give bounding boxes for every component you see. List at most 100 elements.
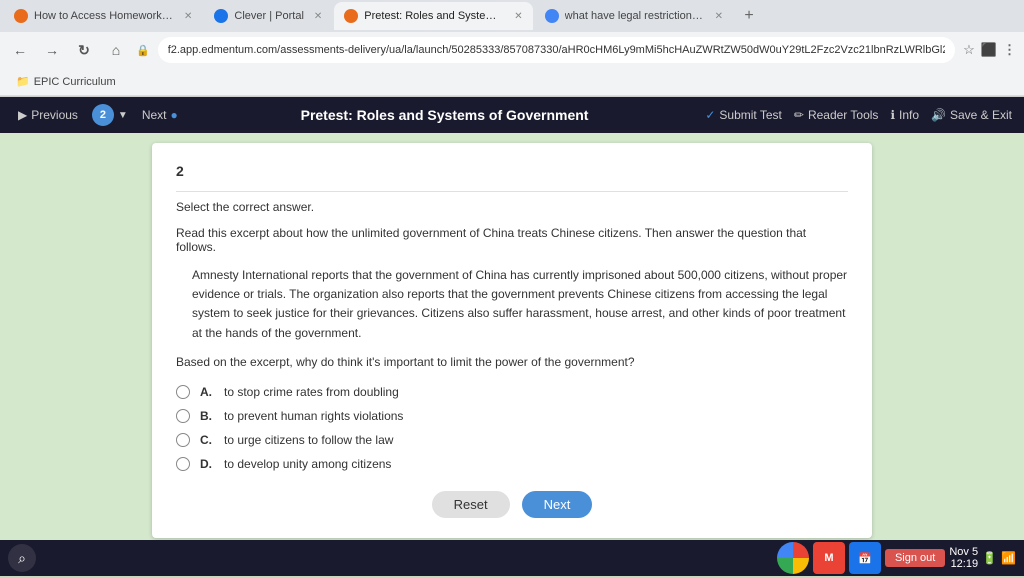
option-c-text: to urge citizens to follow the law	[224, 433, 393, 447]
tab-close-3[interactable]: ✕	[514, 11, 522, 22]
next-button[interactable]: Next	[522, 491, 593, 518]
bookmark-star[interactable]: ☆	[963, 42, 975, 58]
question-number: 2	[176, 163, 848, 179]
calendar-label: 📅	[858, 552, 872, 565]
browser-chrome: How to Access Homework Help ✕ Clever | P…	[0, 0, 1024, 97]
address-input[interactable]	[158, 37, 955, 63]
question-text: Based on the excerpt, why do think it's …	[176, 355, 848, 369]
question-nav: 2 ▼	[92, 104, 128, 126]
option-a-text: to stop crime rates from doubling	[224, 385, 399, 399]
answer-options: A. to stop crime rates from doubling B. …	[176, 385, 848, 471]
folder-icon: 📁	[16, 75, 30, 88]
passage-intro: Read this excerpt about how the unlimite…	[176, 226, 848, 254]
option-d[interactable]: D. to develop unity among citizens	[176, 457, 848, 471]
option-c[interactable]: C. to urge citizens to follow the law	[176, 433, 848, 447]
taskbar-gmail[interactable]: M	[813, 542, 845, 574]
reload-button[interactable]: ↻	[72, 38, 96, 62]
check-icon: ✓	[705, 108, 715, 122]
toolbar-extras: ☆ ⬛ ⋮	[963, 42, 1016, 58]
tab-bar: How to Access Homework Help ✕ Clever | P…	[0, 0, 1024, 32]
option-d-letter: D.	[200, 457, 214, 471]
toolbar-right: ✓ Submit Test ✏ Reader Tools ℹ Info 🔊 Sa…	[705, 108, 1012, 122]
tab-icon-1	[14, 9, 28, 23]
bookmark-label: EPIC Curriculum	[34, 76, 116, 88]
tab-close-2[interactable]: ✕	[314, 11, 322, 22]
bookmarks-bar: 📁 EPIC Curriculum	[0, 68, 1024, 96]
tab-close-4[interactable]: ✕	[715, 11, 723, 22]
prev-label: Previous	[31, 108, 78, 122]
tab-label-2: Clever | Portal	[234, 10, 304, 22]
tab-label-3: Pretest: Roles and Systems of G...	[364, 10, 504, 22]
tab-icon-4	[545, 9, 559, 23]
submit-test-button[interactable]: ✓ Submit Test	[705, 108, 782, 122]
home-button[interactable]: ⌂	[104, 38, 128, 62]
taskbar-time-display: 12:19	[949, 558, 978, 570]
submit-label: Submit Test	[719, 108, 781, 122]
tab-homework-help[interactable]: How to Access Homework Help ✕	[4, 2, 202, 30]
address-bar: ← → ↻ ⌂ 🔒 ☆ ⬛ ⋮	[0, 32, 1024, 68]
extensions-icon[interactable]: ⬛	[981, 42, 997, 58]
tab-label-1: How to Access Homework Help	[34, 10, 174, 22]
gmail-label: M	[824, 552, 833, 564]
assessment-title: Pretest: Roles and Systems of Government	[192, 107, 698, 123]
tab-legal[interactable]: what have legal restrictions imp... ✕	[535, 2, 733, 30]
menu-dots[interactable]: ⋮	[1003, 42, 1016, 58]
volume-icon: 🔊	[931, 108, 946, 122]
tab-icon-3	[344, 9, 358, 23]
radio-c[interactable]	[176, 433, 190, 447]
question-dropdown-arrow[interactable]: ▼	[118, 110, 128, 121]
next-label-toolbar: Next	[142, 108, 167, 122]
taskbar: ⌕ M 📅 Sign out Nov 5 12:19 🔋 📶	[0, 540, 1024, 576]
taskbar-chrome[interactable]	[777, 542, 809, 574]
option-b[interactable]: B. to prevent human rights violations	[176, 409, 848, 423]
radio-b[interactable]	[176, 409, 190, 423]
info-button[interactable]: ℹ Info	[890, 108, 919, 122]
option-c-letter: C.	[200, 433, 214, 447]
taskbar-time-date: Nov 5 12:19	[949, 546, 978, 570]
option-a[interactable]: A. to stop crime rates from doubling	[176, 385, 848, 399]
lock-icon: 🔒	[136, 44, 150, 57]
taskbar-calendar[interactable]: 📅	[849, 542, 881, 574]
question-area: 2 Select the correct answer. Read this e…	[0, 133, 1024, 548]
option-b-letter: B.	[200, 409, 214, 423]
next-toolbar-button[interactable]: Next ●	[136, 106, 184, 124]
next-icon: ●	[171, 108, 178, 122]
option-d-text: to develop unity among citizens	[224, 457, 391, 471]
passage-text: Amnesty International reports that the g…	[176, 266, 848, 343]
new-tab-button[interactable]: +	[735, 2, 763, 30]
radio-a[interactable]	[176, 385, 190, 399]
reader-icon: ✏	[794, 108, 804, 122]
previous-button[interactable]: ▶ Previous	[12, 106, 84, 124]
option-b-text: to prevent human rights violations	[224, 409, 403, 423]
info-icon: ℹ	[890, 108, 895, 122]
question-number-badge: 2	[92, 104, 114, 126]
reset-button[interactable]: Reset	[432, 491, 510, 518]
tab-label-4: what have legal restrictions imp...	[565, 10, 705, 22]
tab-clever[interactable]: Clever | Portal ✕	[204, 2, 332, 30]
question-card: 2 Select the correct answer. Read this e…	[152, 143, 872, 538]
reader-tools-button[interactable]: ✏ Reader Tools	[794, 108, 879, 122]
taskbar-icons: M 📅 Sign out Nov 5 12:19 🔋 📶	[777, 542, 1016, 574]
option-a-letter: A.	[200, 385, 214, 399]
taskbar-date: Nov 5	[949, 546, 978, 558]
separator-1	[176, 191, 848, 192]
assessment-toolbar: ▶ Previous 2 ▼ Next ● Pretest: Roles and…	[0, 97, 1024, 133]
action-buttons: Reset Next	[176, 491, 848, 518]
tab-pretest[interactable]: Pretest: Roles and Systems of G... ✕	[334, 2, 532, 30]
tab-close-1[interactable]: ✕	[184, 11, 192, 22]
question-instruction: Select the correct answer.	[176, 200, 848, 214]
battery-icon: 🔋	[982, 551, 997, 565]
tab-icon-2	[214, 9, 228, 23]
info-label: Info	[899, 108, 919, 122]
taskbar-search[interactable]: ⌕	[8, 544, 36, 572]
radio-d[interactable]	[176, 457, 190, 471]
forward-button[interactable]: →	[40, 38, 64, 62]
wifi-icon: 📶	[1001, 551, 1016, 565]
reader-label: Reader Tools	[808, 108, 879, 122]
save-exit-button[interactable]: 🔊 Save & Exit	[931, 108, 1012, 122]
search-icon: ⌕	[18, 550, 26, 567]
sign-out-button[interactable]: Sign out	[885, 549, 945, 567]
bookmark-epic[interactable]: 📁 EPIC Curriculum	[8, 73, 124, 90]
back-button[interactable]: ←	[8, 38, 32, 62]
save-label: Save & Exit	[950, 108, 1012, 122]
